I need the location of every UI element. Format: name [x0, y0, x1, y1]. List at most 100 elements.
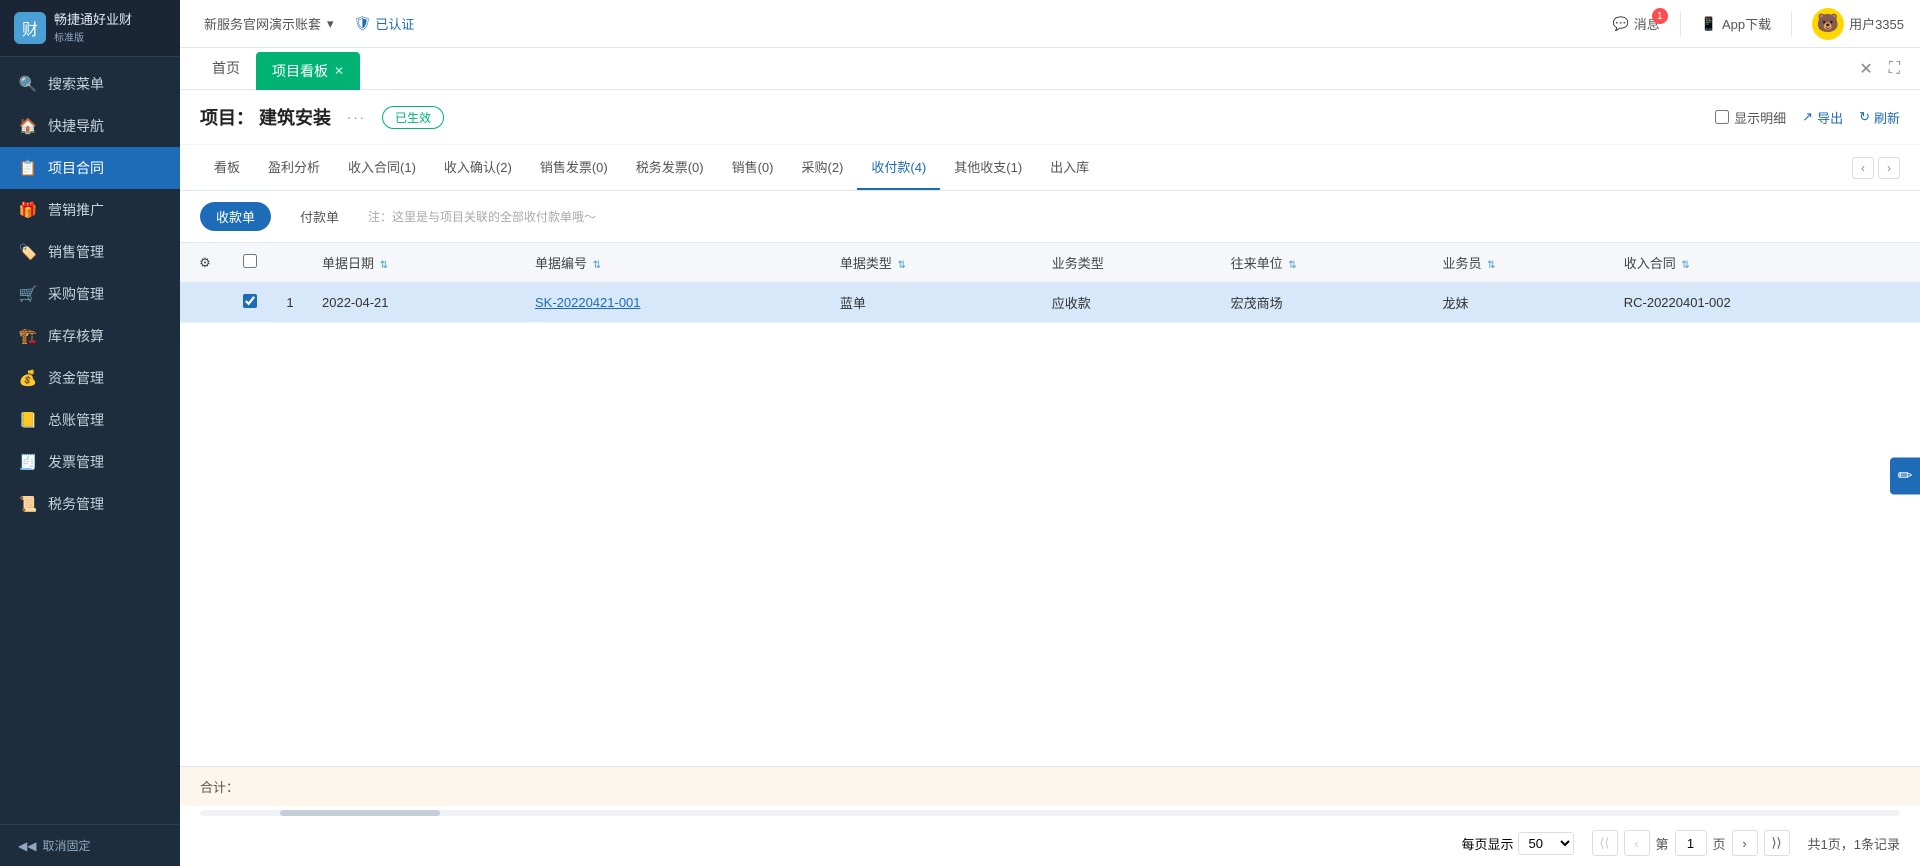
app-download-button[interactable]: 📱 App下载: [1701, 14, 1771, 33]
sub-tab-sales[interactable]: 销售(0): [718, 145, 788, 190]
last-page-btn[interactable]: ⟩⟩: [1764, 830, 1790, 856]
sidebar-item-search[interactable]: 🔍 搜索菜单: [0, 63, 180, 105]
partner-sort-icon: ⇅: [1288, 260, 1296, 271]
sub-tab-prev-btn[interactable]: ‹: [1852, 157, 1874, 179]
scrollbar-thumb[interactable]: [280, 810, 440, 816]
sidebar-item-sales-mgmt[interactable]: 🏷️ 销售管理: [0, 231, 180, 273]
sidebar-item-marketing[interactable]: 🎁 营销推广: [0, 189, 180, 231]
tab-close-window-button[interactable]: ✕: [1855, 55, 1876, 83]
horizontal-scrollbar[interactable]: [200, 810, 1900, 816]
sub-tab-nav: ‹ ›: [1852, 157, 1900, 179]
sales-mgmt-icon: 🏷️: [18, 242, 38, 262]
table-footer: 合计：: [180, 766, 1920, 806]
table-row[interactable]: 1 2022-04-21 SK-20220421-001 蓝单 应收款 宏茂商场…: [180, 283, 1920, 323]
cell-number-0[interactable]: SK-20220421-001: [523, 283, 828, 323]
app-download-label: App下载: [1722, 14, 1771, 33]
messages-button[interactable]: 💬 消息 1: [1613, 14, 1660, 33]
sidebar-item-inventory[interactable]: 🏗️ 库存核算: [0, 315, 180, 357]
sidebar-item-quick-nav[interactable]: 🏠 快捷导航: [0, 105, 180, 147]
first-page-btn[interactable]: ⟨⟨: [1592, 830, 1618, 856]
tab-home[interactable]: 首页: [196, 48, 256, 90]
export-button[interactable]: ↗ 导出: [1802, 108, 1843, 127]
doc-number-link-0[interactable]: SK-20220421-001: [535, 295, 641, 310]
sub-tab-other-expense[interactable]: 其他收支(1): [940, 145, 1036, 190]
sub-tabs: 看板 盈利分析 收入合同(1) 收入确认(2) 销售发票(0) 税务发票(0) …: [180, 145, 1920, 191]
tab-maximize-button[interactable]: ⛶: [1885, 55, 1904, 83]
sub-tab-receipt[interactable]: 收付款(4): [857, 145, 940, 190]
sub-tab-income-contract[interactable]: 收入合同(1): [334, 145, 430, 190]
total-label: 合计：: [200, 780, 239, 795]
prev-page-btn[interactable]: ‹: [1624, 830, 1650, 856]
verified-text: 已认证: [375, 14, 414, 33]
user-button[interactable]: 🐻 用户3355: [1812, 8, 1904, 40]
app-logo: 财 畅捷通好业财 标准版: [0, 0, 180, 57]
sidebar-item-ledger[interactable]: 📒 总账管理: [0, 399, 180, 441]
payment-filter-btn[interactable]: 付款单: [283, 201, 356, 232]
marketing-icon: 🎁: [18, 200, 38, 220]
tab-project-board[interactable]: 项目看板 ✕: [256, 52, 360, 90]
account-dropdown-icon: ▾: [327, 16, 334, 32]
float-action-btn[interactable]: ✏: [1890, 458, 1920, 495]
sub-tab-kanban[interactable]: 看板: [200, 145, 254, 190]
page-prefix: 第: [1656, 834, 1669, 853]
sub-tab-tax-invoice[interactable]: 税务发票(0): [622, 145, 718, 190]
sub-tab-profit[interactable]: 盈利分析: [254, 145, 334, 190]
sidebar-item-invoice-mgmt[interactable]: 🧾 发票管理: [0, 441, 180, 483]
main-area: 新服务官网演示账套 ▾ 🛡 已认证 💬 消息 1 📱 App下载 🐻 用户335…: [180, 0, 1920, 866]
income-contract-sort-icon: ⇅: [1681, 260, 1689, 271]
phone-icon: 📱: [1701, 16, 1717, 32]
sub-tab-income-confirm[interactable]: 收入确认(2): [430, 145, 526, 190]
show-detail-input[interactable]: [1715, 110, 1729, 124]
th-type[interactable]: 单据类型 ⇅: [828, 243, 1040, 283]
account-name: 新服务官网演示账套: [204, 14, 321, 33]
purchase-mgmt-icon: 🛒: [18, 284, 38, 304]
salesperson-sort-icon: ⇅: [1487, 260, 1495, 271]
sidebar-unpin[interactable]: ◀◀ 取消固定: [0, 824, 180, 866]
show-detail-label: 显示明细: [1734, 108, 1786, 127]
sidebar-item-project-contract[interactable]: 📋 项目合同: [0, 147, 180, 189]
sidebar-item-label: 销售管理: [48, 242, 104, 262]
tab-bar-actions: ✕ ⛶: [1855, 55, 1904, 83]
tab-close-icon[interactable]: ✕: [334, 64, 344, 78]
th-salesperson[interactable]: 业务员 ⇅: [1430, 243, 1611, 283]
th-partner[interactable]: 往来单位 ⇅: [1219, 243, 1431, 283]
th-settings[interactable]: ⚙: [180, 243, 230, 283]
sidebar-item-tax-mgmt[interactable]: 📜 税务管理: [0, 483, 180, 525]
sub-tab-next-btn[interactable]: ›: [1878, 157, 1900, 179]
th-income-contract[interactable]: 收入合同 ⇅: [1612, 243, 1920, 283]
next-page-btn[interactable]: ›: [1732, 830, 1758, 856]
account-selector[interactable]: 新服务官网演示账套 ▾: [196, 10, 342, 37]
sidebar-item-label: 发票管理: [48, 452, 104, 472]
page-size-select[interactable]: 50 100 200: [1518, 832, 1574, 855]
sub-tab-sales-invoice[interactable]: 销售发票(0): [526, 145, 622, 190]
top-header: 新服务官网演示账套 ▾ 🛡 已认证 💬 消息 1 📱 App下载 🐻 用户335…: [180, 0, 1920, 48]
sidebar-item-capital[interactable]: 💰 资金管理: [0, 357, 180, 399]
header-divider-2: [1791, 12, 1792, 36]
refresh-button[interactable]: ↻ 刷新: [1859, 108, 1900, 127]
cell-checkbox-0[interactable]: [230, 283, 270, 323]
sidebar-item-purchase-mgmt[interactable]: 🛒 采购管理: [0, 273, 180, 315]
th-number[interactable]: 单据编号 ⇅: [523, 243, 828, 283]
cell-type-0: 蓝单: [828, 283, 1040, 323]
th-checkbox: [230, 243, 270, 283]
ledger-icon: 📒: [18, 410, 38, 430]
inventory-icon: 🏗️: [18, 326, 38, 346]
sub-tab-warehouse[interactable]: 出入库: [1036, 145, 1103, 190]
sub-tab-purchase[interactable]: 采购(2): [787, 145, 857, 190]
pagination: 每页显示 50 100 200 ⟨⟨ ‹ 第 页 › ⟩⟩ 共1页，1条记录: [180, 820, 1920, 866]
quick-nav-icon: 🏠: [18, 116, 38, 136]
receipt-filter-btn[interactable]: 收款单: [200, 202, 271, 231]
cell-biz-type-0: 应收款: [1040, 283, 1219, 323]
page-input[interactable]: [1675, 830, 1707, 856]
logo-icon: 财: [14, 12, 46, 44]
export-icon: ↗: [1802, 109, 1813, 125]
sidebar-item-label: 税务管理: [48, 494, 104, 514]
content-area: 项目： 建筑安装 ··· 已生效 显示明细 ↗ 导出 ↻ 刷新: [180, 90, 1920, 866]
project-more-btn[interactable]: ···: [347, 110, 366, 125]
select-all-checkbox[interactable]: [243, 254, 257, 268]
show-detail-checkbox[interactable]: 显示明细: [1715, 108, 1786, 127]
cell-settings-0: [180, 283, 230, 323]
sidebar-item-label: 快捷导航: [48, 116, 104, 136]
project-header: 项目： 建筑安装 ··· 已生效 显示明细 ↗ 导出 ↻ 刷新: [180, 90, 1920, 145]
th-date[interactable]: 单据日期 ⇅: [310, 243, 523, 283]
